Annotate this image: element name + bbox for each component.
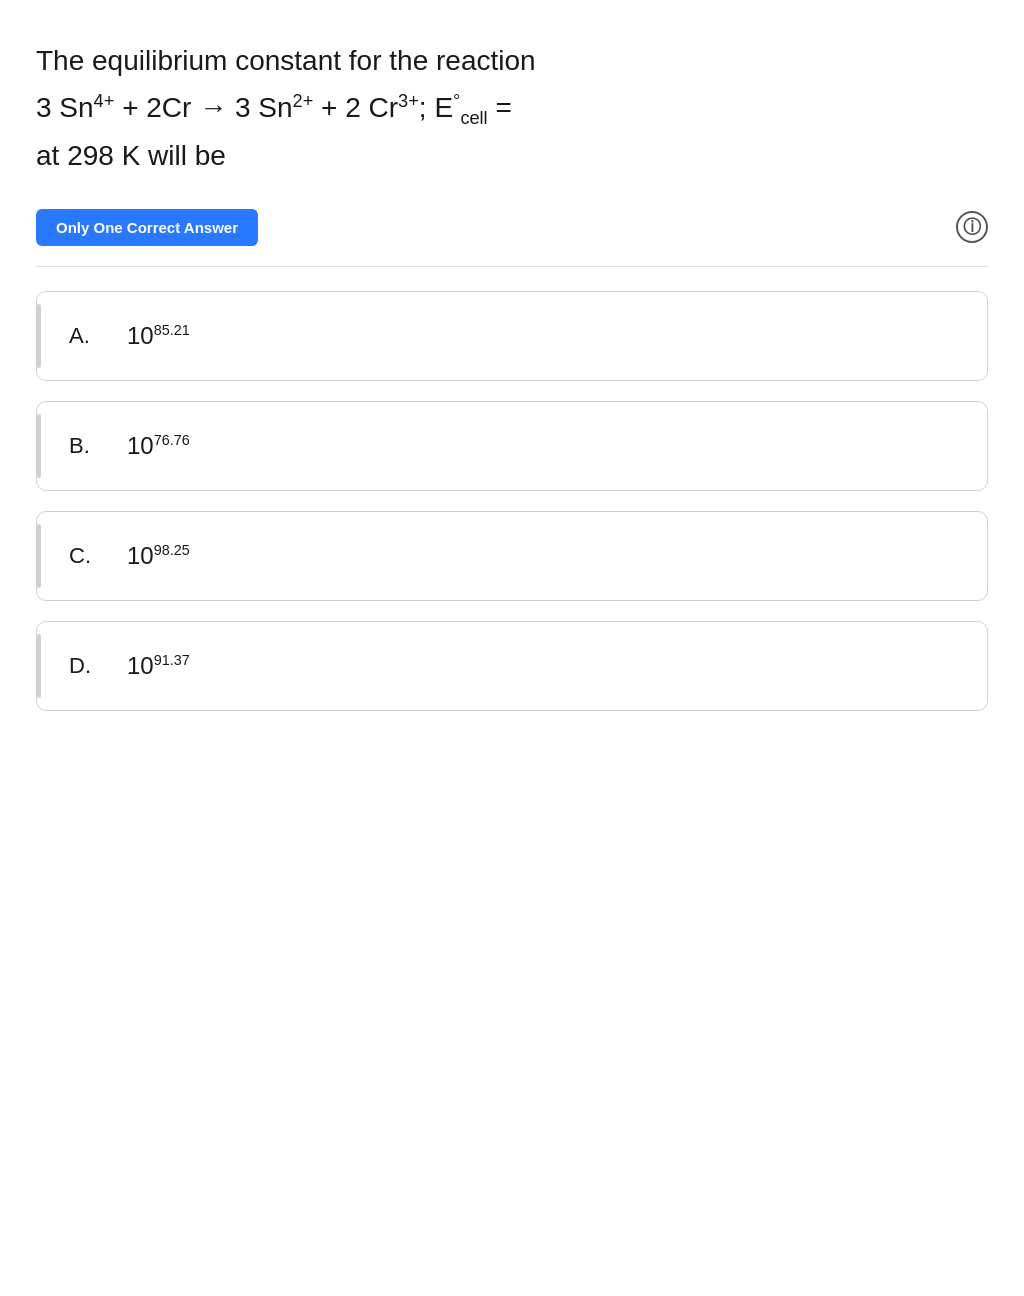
info-icon[interactable]: ⓘ	[956, 211, 988, 243]
option-d-letter: D.	[69, 653, 99, 679]
option-c-value: 1098.25	[127, 542, 190, 570]
option-c-letter: C.	[69, 543, 99, 569]
question-line3: at 298 K will be	[36, 135, 988, 177]
only-one-correct-badge: Only One Correct Answer	[36, 209, 258, 246]
option-a[interactable]: A. 1085.21	[36, 291, 988, 381]
question-container: The equilibrium constant for the reactio…	[36, 40, 988, 711]
option-c[interactable]: C. 1098.25	[36, 511, 988, 601]
badge-row: Only One Correct Answer ⓘ	[36, 209, 988, 246]
option-b[interactable]: B. 1076.76	[36, 401, 988, 491]
option-a-letter: A.	[69, 323, 99, 349]
option-b-letter: B.	[69, 433, 99, 459]
options-list: A. 1085.21 B. 1076.76 C. 1098.25 D. 1091…	[36, 291, 988, 711]
option-d[interactable]: D. 1091.37	[36, 621, 988, 711]
option-d-value: 1091.37	[127, 652, 190, 680]
question-text: The equilibrium constant for the reactio…	[36, 40, 988, 177]
option-b-value: 1076.76	[127, 432, 190, 460]
question-line1: The equilibrium constant for the reactio…	[36, 40, 988, 82]
option-a-value: 1085.21	[127, 322, 190, 350]
divider	[36, 266, 988, 267]
question-line2: 3 Sn4+ + 2Cr → 3 Sn2+ + 2 Cr3+; E°cell =	[36, 86, 988, 131]
